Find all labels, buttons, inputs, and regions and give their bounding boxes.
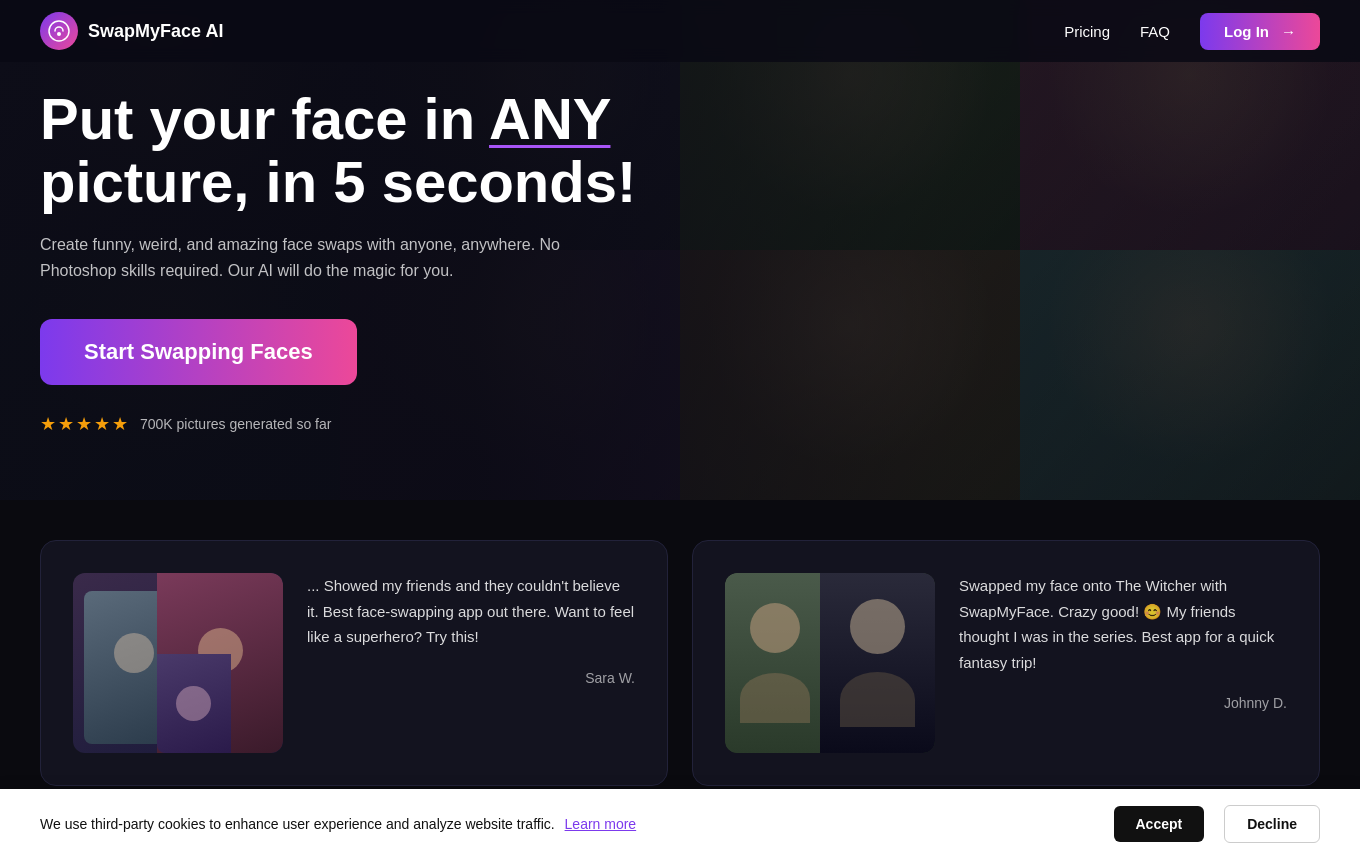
login-button[interactable]: Log In <box>1200 13 1320 50</box>
svg-point-0 <box>49 21 69 41</box>
cookie-decline-button[interactable]: Decline <box>1224 805 1320 843</box>
arrow-right-icon <box>1277 23 1296 40</box>
hero-subtitle: Create funny, weird, and amazing face sw… <box>40 232 640 283</box>
cta-button[interactable]: Start Swapping Faces <box>40 319 357 385</box>
testimonial-image-2 <box>725 573 935 753</box>
testimonial-text-2: Swapped my face onto The Witcher with Sw… <box>959 573 1287 711</box>
testimonial-image-1 <box>73 573 283 753</box>
hero-title: Put your face in ANY picture, in 5 secon… <box>40 87 740 215</box>
logo-text: SwapMyFace AI <box>88 21 223 42</box>
testimonial-card-2: Swapped my face onto The Witcher with Sw… <box>692 540 1320 786</box>
cookie-message: We use third-party cookies to enhance us… <box>40 816 1094 832</box>
testimonial-card-1: ... Showed my friends and they couldn't … <box>40 540 668 786</box>
hero-content: Put your face in ANY picture, in 5 secon… <box>40 87 740 436</box>
cookie-learn-more[interactable]: Learn more <box>565 816 637 832</box>
testimonial-text-1: ... Showed my friends and they couldn't … <box>307 573 635 686</box>
svg-point-1 <box>57 32 61 36</box>
cookie-banner: We use third-party cookies to enhance us… <box>0 789 1360 859</box>
logo-icon <box>40 12 78 50</box>
navbar: SwapMyFace AI Pricing FAQ Log In <box>0 0 1360 62</box>
testimonial-quote-2: Swapped my face onto The Witcher with Sw… <box>959 573 1287 675</box>
testimonial-author-1: Sara W. <box>307 670 635 686</box>
nav-links: Pricing FAQ Log In <box>1064 13 1320 50</box>
logo-svg <box>48 20 70 42</box>
faq-link[interactable]: FAQ <box>1140 23 1170 40</box>
pricing-link[interactable]: Pricing <box>1064 23 1110 40</box>
logo-link[interactable]: SwapMyFace AI <box>40 12 223 50</box>
star-rating: ★★★★★ <box>40 413 130 435</box>
cookie-accept-button[interactable]: Accept <box>1114 806 1205 842</box>
stars-row: ★★★★★ 700K pictures generated so far <box>40 413 740 435</box>
testimonial-author-2: Johnny D. <box>959 695 1287 711</box>
stats-text: 700K pictures generated so far <box>140 416 331 432</box>
testimonial-quote-1: ... Showed my friends and they couldn't … <box>307 573 635 650</box>
hero-section: Put your face in ANY picture, in 5 secon… <box>0 0 1360 500</box>
testimonials-section: ... Showed my friends and they couldn't … <box>0 500 1360 786</box>
